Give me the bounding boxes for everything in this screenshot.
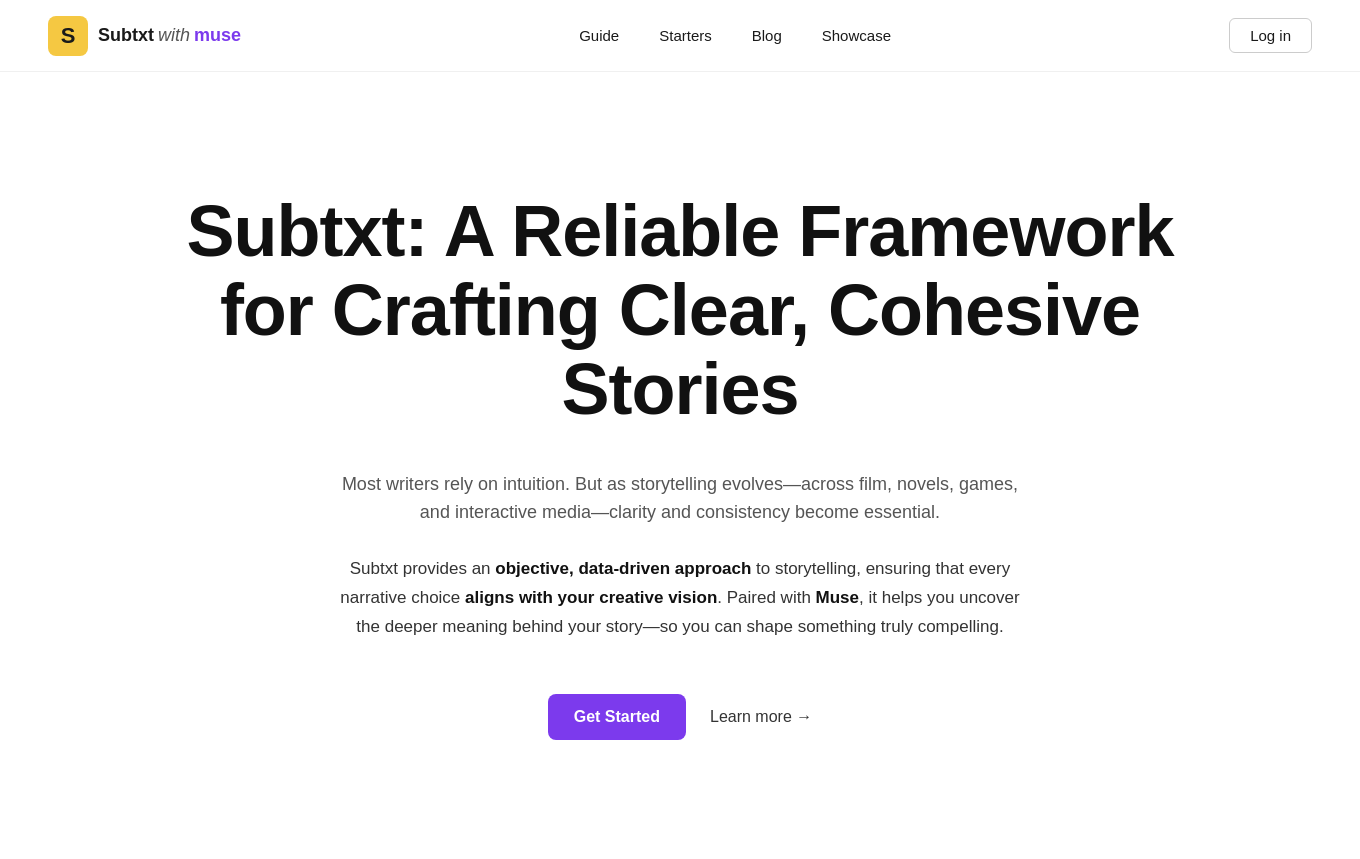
nav-item-showcase[interactable]: Showcase bbox=[822, 27, 891, 45]
nav-link-showcase[interactable]: Showcase bbox=[822, 27, 891, 44]
nav-link-blog[interactable]: Blog bbox=[752, 27, 782, 44]
hero-body-bold2: aligns with your creative vision bbox=[465, 588, 717, 607]
logo-link[interactable]: S Subtxtwithmuse bbox=[48, 16, 241, 56]
hero-title: Subtxt: A Reliable Framework for Craftin… bbox=[178, 192, 1182, 430]
navbar: S Subtxtwithmuse Guide Starters Blog Sho… bbox=[0, 0, 1360, 72]
nav-item-guide[interactable]: Guide bbox=[579, 27, 619, 45]
hero-actions: Get Started Learn more → bbox=[548, 694, 813, 740]
learn-more-button[interactable]: Learn more → bbox=[710, 708, 812, 726]
brand-name: Subtxt bbox=[98, 25, 154, 45]
logo-letter: S bbox=[61, 23, 76, 49]
hero-body-mid2: . Paired with bbox=[717, 588, 815, 607]
nav-link-guide[interactable]: Guide bbox=[579, 27, 619, 44]
logo-text: Subtxtwithmuse bbox=[98, 25, 241, 46]
hero-body-bold1: objective, data-driven approach bbox=[495, 559, 751, 578]
nav-link-starters[interactable]: Starters bbox=[659, 27, 712, 44]
hero-body-muse: Muse bbox=[816, 588, 859, 607]
hero-subtitle: Most writers rely on intuition. But as s… bbox=[340, 470, 1020, 528]
hero-section: Subtxt: A Reliable Framework for Craftin… bbox=[130, 72, 1230, 820]
with-label: with bbox=[158, 25, 190, 45]
hero-body: Subtxt provides an objective, data-drive… bbox=[340, 555, 1020, 642]
get-started-button[interactable]: Get Started bbox=[548, 694, 686, 740]
nav-item-blog[interactable]: Blog bbox=[752, 27, 782, 45]
nav-item-starters[interactable]: Starters bbox=[659, 27, 712, 45]
muse-label: muse bbox=[194, 25, 241, 45]
login-button[interactable]: Log in bbox=[1229, 18, 1312, 53]
logo-icon: S bbox=[48, 16, 88, 56]
hero-body-prefix: Subtxt provides an bbox=[350, 559, 496, 578]
nav-links: Guide Starters Blog Showcase bbox=[579, 27, 891, 45]
